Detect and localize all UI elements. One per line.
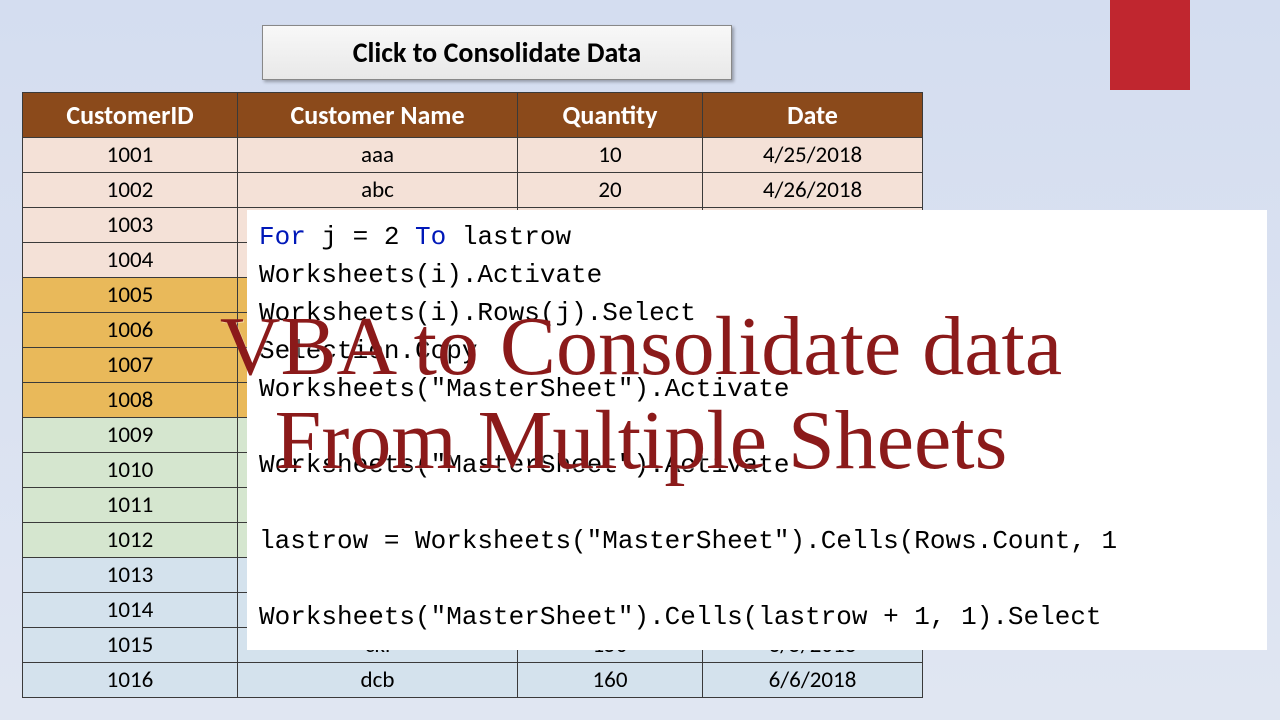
cell-id[interactable]: 1006 <box>23 313 238 348</box>
header-quantity[interactable]: Quantity <box>518 93 703 138</box>
accent-bar <box>1110 0 1190 90</box>
cell-name[interactable]: aaa <box>238 138 518 173</box>
cell-id[interactable]: 1015 <box>23 628 238 663</box>
cell-id[interactable]: 1010 <box>23 453 238 488</box>
cell-id[interactable]: 1014 <box>23 593 238 628</box>
cell-qty[interactable]: 10 <box>518 138 703 173</box>
table-row: 1001aaa104/25/2018 <box>23 138 923 173</box>
cell-qty[interactable]: 160 <box>518 663 703 698</box>
cell-date[interactable]: 6/6/2018 <box>703 663 923 698</box>
header-customer-name[interactable]: Customer Name <box>238 93 518 138</box>
header-customer-id[interactable]: CustomerID <box>23 93 238 138</box>
cell-id[interactable]: 1011 <box>23 488 238 523</box>
cell-date[interactable]: 4/25/2018 <box>703 138 923 173</box>
header-row: CustomerID Customer Name Quantity Date <box>23 93 923 138</box>
table-row: 1002abc204/26/2018 <box>23 173 923 208</box>
cell-id[interactable]: 1008 <box>23 383 238 418</box>
consolidate-button[interactable]: Click to Consolidate Data <box>262 25 732 80</box>
cell-id[interactable]: 1009 <box>23 418 238 453</box>
cell-id[interactable]: 1004 <box>23 243 238 278</box>
cell-date[interactable]: 4/26/2018 <box>703 173 923 208</box>
cell-id[interactable]: 1001 <box>23 138 238 173</box>
cell-name[interactable]: abc <box>238 173 518 208</box>
cell-id[interactable]: 1013 <box>23 558 238 593</box>
header-date[interactable]: Date <box>703 93 923 138</box>
cell-id[interactable]: 1007 <box>23 348 238 383</box>
cell-qty[interactable]: 20 <box>518 173 703 208</box>
cell-name[interactable]: dcb <box>238 663 518 698</box>
cell-id[interactable]: 1003 <box>23 208 238 243</box>
table-row: 1016dcb1606/6/2018 <box>23 663 923 698</box>
cell-id[interactable]: 1005 <box>23 278 238 313</box>
code-snippet: For j = 2 To lastrow Worksheets(i).Activ… <box>247 210 1267 650</box>
cell-id[interactable]: 1016 <box>23 663 238 698</box>
cell-id[interactable]: 1012 <box>23 523 238 558</box>
cell-id[interactable]: 1002 <box>23 173 238 208</box>
